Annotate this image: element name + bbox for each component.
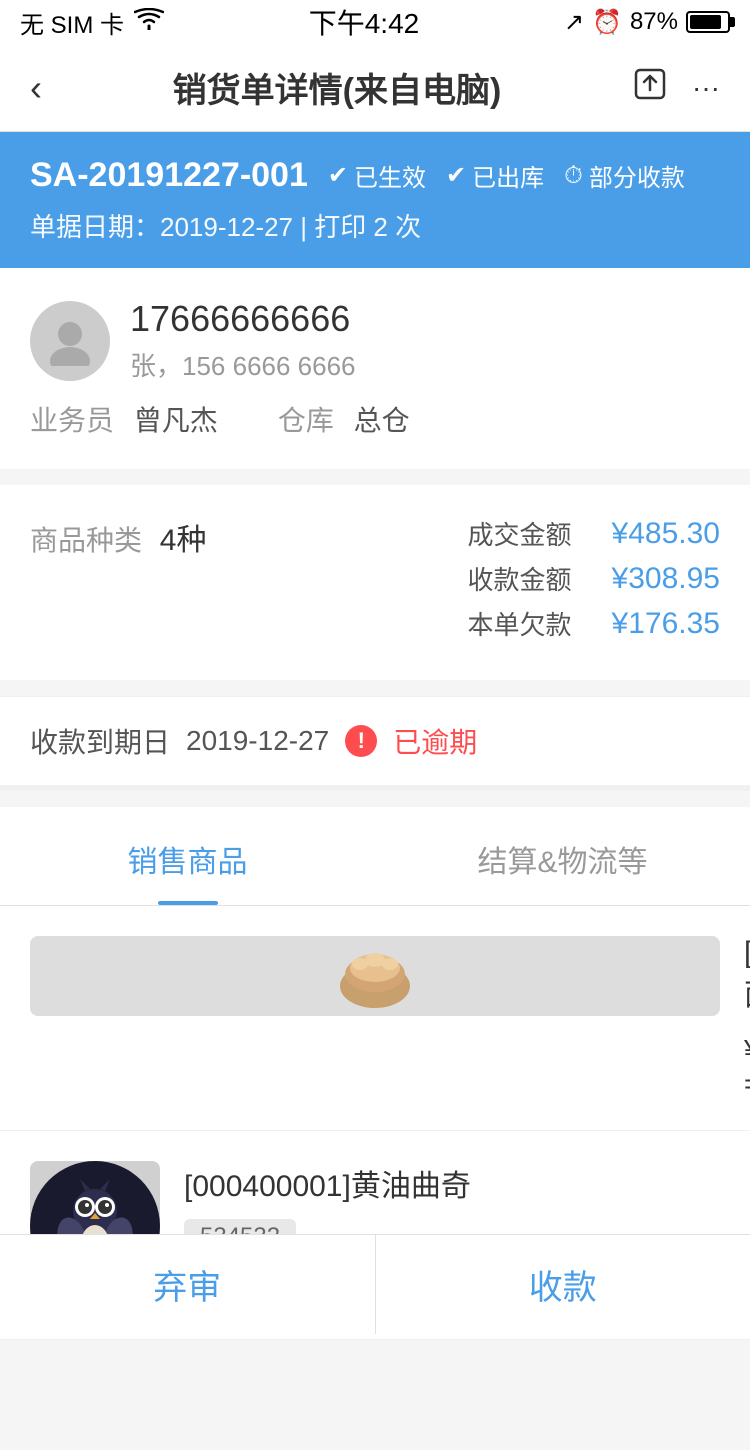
product-name: [000400001]黄油曲奇: [184, 1161, 720, 1205]
location-icon: ↗: [564, 8, 584, 37]
avatar: [30, 301, 110, 381]
customer-name: 张，156 6666 6666: [130, 346, 356, 383]
status-left: 无 SIM 卡: [20, 5, 164, 40]
status-shipped: ✔ 已出库: [446, 158, 544, 193]
amount-value: ¥485.30: [612, 517, 720, 551]
salesperson-label: 业务员: [30, 405, 114, 436]
price-base: ¥40: [744, 1034, 750, 1065]
received-label: 收款金额: [468, 560, 572, 597]
battery-icon: [686, 11, 730, 33]
bottom-bar: 弃审 收款: [0, 1234, 750, 1334]
product-item: [0000002]面包 ¥40 x 5袋 = ¥199.99: [0, 906, 750, 1131]
category-label: 商品种类: [30, 525, 142, 556]
check-icon-1: ✔: [328, 161, 348, 190]
salesperson-value: 曾凡杰: [134, 405, 218, 436]
product-info-bread: [0000002]面包 ¥40 x 5袋 = ¥199.99: [744, 936, 750, 1100]
order-date: 单据日期：2019-12-27 | 打印 2 次: [30, 207, 720, 244]
back-button[interactable]: ‹: [30, 67, 42, 109]
status-right: ↗ ⏰ 87%: [564, 8, 730, 37]
warehouse-label: 仓库: [278, 405, 334, 436]
payment-button[interactable]: 收款: [376, 1235, 750, 1334]
warehouse-value: 总仓: [354, 405, 410, 436]
category-info: 商品种类 4种: [30, 515, 206, 559]
category-value: 4种: [160, 524, 207, 557]
tab-products[interactable]: 销售商品: [0, 807, 375, 905]
more-button[interactable]: ···: [692, 72, 720, 104]
wifi-icon: [134, 8, 164, 37]
product-price: ¥40 x 5袋 = ¥199.99: [744, 1028, 750, 1100]
product-name: [0000002]面包: [744, 936, 750, 1014]
order-header: SA-20191227-001 ✔ 已生效 ✔ 已出库 ⏱ 部分收款 单据日期：…: [0, 132, 750, 268]
nav-bar: ‹ 销货单详情(来自电脑) ···: [0, 44, 750, 132]
status-time: 下午4:42: [309, 2, 420, 42]
amount-label: 成交金额: [468, 515, 572, 552]
due-label: 收款到期日: [30, 721, 170, 761]
cancel-review-button[interactable]: 弃审: [0, 1235, 376, 1334]
outstanding-label: 本单欠款: [468, 605, 572, 642]
due-date: 2019-12-27: [186, 725, 329, 757]
overdue-text: 已逾期: [393, 721, 477, 761]
page-title: 销货单详情(来自电脑): [173, 63, 502, 112]
status-bar: 无 SIM 卡 下午4:42 ↗ ⏰ 87%: [0, 0, 750, 44]
customer-section: 17666666666 张，156 6666 6666 业务员 曾凡杰 仓库 总…: [0, 268, 750, 469]
product-image-bread: [30, 936, 720, 1016]
check-icon-2: ✔: [446, 161, 466, 190]
nav-actions: ···: [632, 66, 720, 109]
carrier-text: 无 SIM 卡: [20, 5, 124, 40]
customer-phone: 17666666666: [130, 298, 356, 340]
amount-info: 成交金额 ¥485.30 收款金额 ¥308.95 本单欠款 ¥176.35: [468, 515, 720, 650]
order-id: SA-20191227-001: [30, 156, 308, 195]
clock-icon: ⏱: [564, 162, 583, 190]
battery-percent: 87%: [630, 8, 678, 36]
status-partial: ⏱ 部分收款: [564, 158, 685, 193]
tabs-section: 销售商品 结算&物流等: [0, 807, 750, 906]
share-button[interactable]: [632, 66, 668, 109]
overdue-icon: !: [345, 725, 377, 757]
customer-details: 业务员 曾凡杰 仓库 总仓: [30, 399, 720, 439]
summary-section: 商品种类 4种 成交金额 ¥485.30 收款金额 ¥308.95 本单欠款 ¥…: [0, 485, 750, 680]
due-section: 收款到期日 2019-12-27 ! 已逾期: [0, 696, 750, 791]
status-effective: ✔ 已生效: [328, 158, 426, 193]
tab-settlement[interactable]: 结算&物流等: [375, 807, 750, 905]
received-value: ¥308.95: [612, 562, 720, 596]
outstanding-value: ¥176.35: [612, 607, 720, 641]
alarm-icon: ⏰: [592, 8, 622, 37]
